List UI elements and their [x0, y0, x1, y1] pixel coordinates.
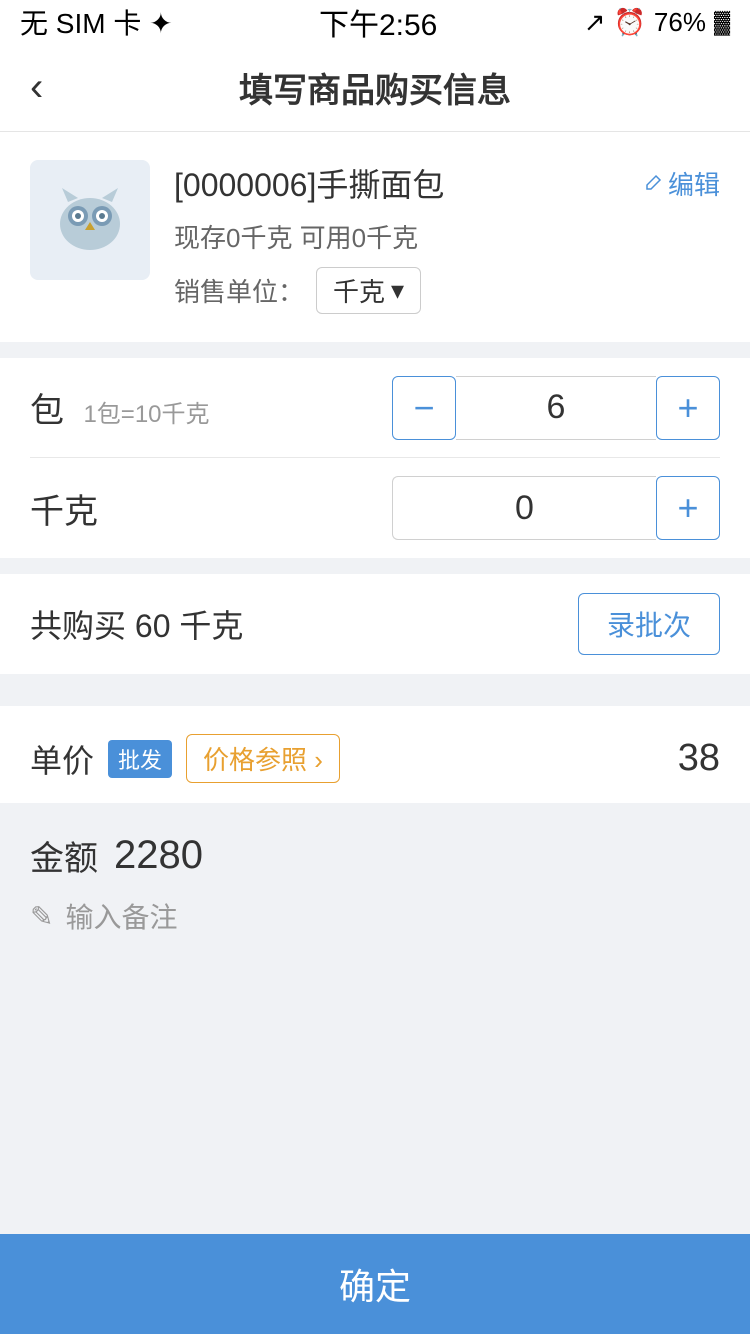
amount-section: 金额 2280 ✎ 输入备注 [0, 803, 750, 966]
product-info: [0000006]手撕面包 编辑 现存0千克 可用0千克 销售单位： 千克 ▾ [174, 160, 720, 314]
edit-button[interactable]: 编辑 [642, 165, 720, 202]
status-time: 下午2:56 [319, 0, 437, 44]
kg-label: 千克 [30, 484, 392, 533]
status-bar: 无 SIM 卡 ✦ 下午2:56 ↗ ⏰ 76% ▓ [0, 0, 750, 44]
package-minus-button[interactable]: − [392, 376, 456, 440]
input-section: 包 1包=10千克 − 6 + 千克 0 + [0, 358, 750, 558]
price-section: 单价 批发 价格参照 › 38 [0, 706, 750, 803]
package-row: 包 1包=10千克 − 6 + [30, 358, 720, 458]
amount-value: 2280 [114, 833, 203, 878]
package-label: 包 1包=10千克 [30, 383, 392, 432]
product-unit-row: 销售单位： 千克 ▾ [174, 267, 720, 314]
price-value: 38 [678, 737, 720, 780]
product-section: [0000006]手撕面包 编辑 现存0千克 可用0千克 销售单位： 千克 ▾ [0, 132, 750, 342]
back-button[interactable]: ‹ [30, 65, 43, 110]
sim-status: 无 SIM 卡 ✦ [20, 2, 173, 42]
location-icon: ↗ [584, 7, 606, 38]
battery-icon: ▓ [714, 9, 730, 35]
product-stock: 现存0千克 可用0千克 [174, 218, 720, 255]
amount-label: 金额 [30, 831, 98, 880]
price-ref-button[interactable]: 价格参照 › [186, 734, 340, 783]
kg-row: 千克 0 + [30, 458, 720, 558]
summary-section: 共购买 60 千克 录批次 [0, 574, 750, 674]
price-badge: 批发 [108, 740, 172, 778]
alarm-icon: ⏰ [614, 7, 646, 38]
kg-value[interactable]: 0 [392, 476, 656, 540]
note-placeholder: 输入备注 [65, 896, 177, 936]
nav-bar: ‹ 填写商品购买信息 [0, 44, 750, 132]
kg-controls: 0 + [392, 476, 720, 540]
status-right: ↗ ⏰ 76% ▓ [584, 7, 730, 38]
status-left: 无 SIM 卡 ✦ [20, 2, 173, 42]
package-sublabel: 1包=10千克 [83, 401, 209, 428]
batch-button[interactable]: 录批次 [578, 593, 720, 655]
separator [0, 674, 750, 690]
page-title: 填写商品购买信息 [239, 63, 511, 112]
package-plus-button[interactable]: + [656, 376, 720, 440]
product-name: [0000006]手撕面包 [174, 160, 444, 206]
dropdown-arrow-icon: ▾ [391, 275, 404, 306]
note-icon: ✎ [30, 900, 53, 933]
product-image [30, 160, 150, 280]
confirm-button[interactable]: 确定 [0, 1234, 750, 1334]
note-row[interactable]: ✎ 输入备注 [30, 896, 720, 936]
summary-text: 共购买 60 千克 [30, 601, 243, 647]
package-controls: − 6 + [392, 376, 720, 440]
owl-logo-icon [50, 180, 130, 260]
edit-icon [642, 172, 664, 194]
package-value[interactable]: 6 [456, 376, 656, 440]
unit-dropdown[interactable]: 千克 ▾ [316, 267, 421, 314]
kg-plus-button[interactable]: + [656, 476, 720, 540]
price-label: 单价 [30, 736, 94, 782]
battery-status: 76% [654, 7, 706, 38]
